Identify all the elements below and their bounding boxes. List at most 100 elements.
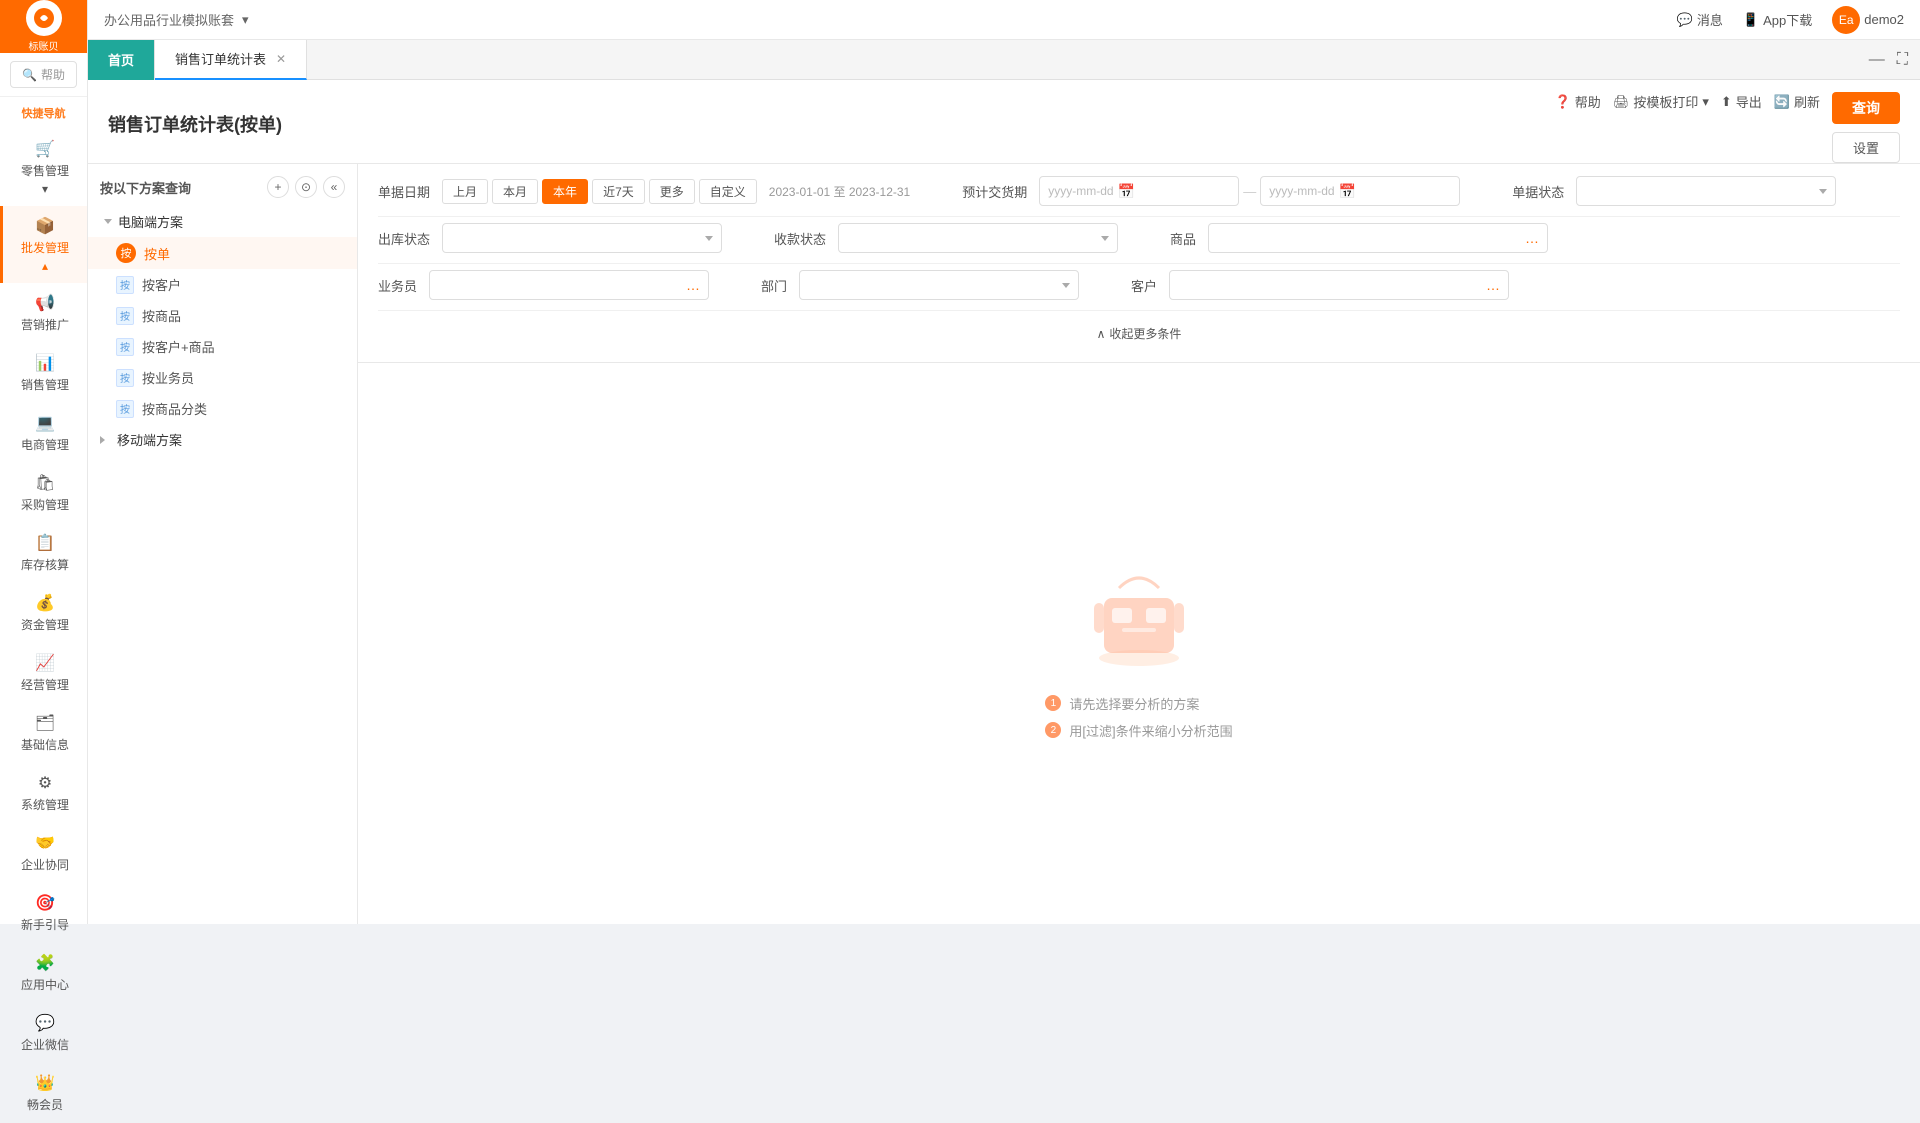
sidebar-item-operations[interactable]: 📈 经营管理	[0, 643, 87, 703]
mobile-schemes-expand-icon	[100, 436, 105, 444]
tab-sales-order-stats-label: 销售订单统计表	[175, 49, 266, 68]
tree-item-by-customer-goods[interactable]: 按 按客户+商品	[88, 331, 357, 362]
sidebar-item-inventory-label: 库存核算	[21, 556, 69, 573]
app-download-button[interactable]: 📱 App下载	[1743, 10, 1812, 29]
inventory-icon: 📋	[35, 533, 55, 553]
sidebar-item-newbie-label: 新手引导	[21, 916, 69, 933]
step-1-number: 1	[1045, 695, 1061, 711]
refresh-action[interactable]: 🔄 刷新	[1774, 92, 1820, 111]
main-area: 办公用品行业模拟账套 ▾ 💬 消息 📱 App下载 Ea demo2	[88, 0, 1920, 924]
customer-ellipsis-icon[interactable]: …	[1486, 277, 1500, 293]
sidebar-item-system[interactable]: ⚙ 系统管理	[0, 763, 87, 823]
date-btn-more[interactable]: 更多	[649, 179, 695, 204]
sidebar-search-area: 🔍 帮助	[0, 53, 87, 97]
tab-close-icon[interactable]: ✕	[276, 52, 286, 66]
tab-sales-order-stats[interactable]: 销售订单统计表 ✕	[155, 40, 307, 80]
tab-minimize-button[interactable]: —	[1865, 47, 1889, 73]
delivery-label: 预计交货期	[962, 182, 1027, 201]
topbar-title: 办公用品行业模拟账套	[104, 10, 234, 29]
page-header: 销售订单统计表(按单) ❓ 帮助 🖨 按模板打印 ▾ ⬆ 导出	[88, 80, 1920, 164]
page-header-actions: ❓ 帮助 🖨 按模板打印 ▾ ⬆ 导出 🔄 刷新	[1555, 92, 1820, 111]
tab-home[interactable]: 首页	[88, 40, 155, 80]
sidebar-item-wechat[interactable]: 💬 企业微信	[0, 1003, 87, 1063]
collect-status-label: 收款状态	[774, 229, 826, 248]
collapse-filter-button[interactable]: ∧ 收起更多条件	[378, 317, 1900, 350]
sidebar: 标账贝 🔍 帮助 快捷导航 🛒 零售管理 ▾ 📦 批发管理 ▴ 📢 营销推广 📊…	[0, 0, 88, 924]
left-panel-header: 按以下方案查询 + ⊙ «	[88, 176, 357, 206]
department-select[interactable]	[799, 270, 1079, 300]
search-menu-button[interactable]: 🔍 帮助	[10, 61, 77, 88]
by-category-icon: 按	[116, 400, 134, 418]
single-status-select[interactable]	[1576, 176, 1836, 206]
date-btn-last-month[interactable]: 上月	[442, 179, 488, 204]
refresh-icon: 🔄	[1774, 94, 1790, 110]
quick-nav-label[interactable]: 快捷导航	[0, 97, 87, 129]
sidebar-item-sales-label: 销售管理	[21, 376, 69, 393]
sidebar-item-newbie[interactable]: 🎯 新手引导	[0, 883, 87, 943]
delivery-end-calendar-icon[interactable]: 📅	[1339, 183, 1356, 200]
topbar-dropdown[interactable]: ▾	[242, 12, 249, 28]
department-label: 部门	[761, 276, 787, 295]
add-scheme-button[interactable]: +	[267, 176, 289, 198]
sidebar-item-appcenter[interactable]: 🧩 应用中心	[0, 943, 87, 1003]
sidebar-item-member[interactable]: 👑 畅会员	[0, 1063, 87, 1123]
step-2-text: 用[过滤]条件来缩小分析范围	[1069, 721, 1232, 740]
delivery-start-calendar-icon[interactable]: 📅	[1118, 183, 1135, 200]
sidebar-item-retail[interactable]: 🛒 零售管理 ▾	[0, 129, 87, 206]
out-status-select[interactable]	[442, 223, 722, 253]
export-action[interactable]: ⬆ 导出	[1721, 92, 1762, 111]
out-status-arrow	[705, 236, 713, 241]
by-goods-label: 按商品	[142, 306, 181, 325]
tab-maximize-button[interactable]: ⛶	[1893, 47, 1912, 73]
purchase-icon: 🛍	[35, 473, 55, 493]
date-btn-last-7days[interactable]: 近7天	[592, 179, 645, 204]
goods-ellipsis-icon[interactable]: …	[1525, 230, 1539, 246]
message-button[interactable]: 💬 消息	[1677, 10, 1723, 29]
sidebar-item-appcenter-label: 应用中心	[21, 976, 69, 993]
settings-scheme-button[interactable]: ⊙	[295, 176, 317, 198]
tree-pc-schemes[interactable]: 电脑端方案	[88, 206, 357, 237]
sidebar-item-basic-info[interactable]: 🗂 基础信息	[0, 703, 87, 763]
tree-item-by-salesperson[interactable]: 按 按业务员	[88, 362, 357, 393]
sidebar-item-sales[interactable]: 📊 销售管理	[0, 343, 87, 403]
by-category-label: 按商品分类	[142, 399, 207, 418]
settings-button[interactable]: 设置	[1832, 132, 1900, 163]
tree-item-by-order[interactable]: 按 按单	[88, 237, 357, 269]
collect-status-select[interactable]	[838, 223, 1118, 253]
delivery-start-input[interactable]: yyyy-mm-dd 📅	[1039, 176, 1239, 206]
basic-info-icon: 🗂	[35, 713, 55, 733]
sidebar-item-purchase-label: 采购管理	[21, 496, 69, 513]
empty-illustration	[1074, 548, 1204, 678]
collapse-arrow-icon: ∧	[1097, 327, 1106, 341]
sidebar-item-purchase[interactable]: 🛍 采购管理	[0, 463, 87, 523]
query-button[interactable]: 查询	[1832, 92, 1900, 124]
tree-item-by-customer[interactable]: 按 按客户	[88, 269, 357, 300]
sidebar-item-ecommerce[interactable]: 💻 电商管理	[0, 403, 87, 463]
salesperson-select[interactable]: …	[429, 270, 709, 300]
tree-item-by-category[interactable]: 按 按商品分类	[88, 393, 357, 424]
help-action[interactable]: ❓ 帮助	[1555, 92, 1601, 111]
sidebar-item-inventory[interactable]: 📋 库存核算	[0, 523, 87, 583]
goods-select[interactable]: …	[1208, 223, 1548, 253]
salesperson-ellipsis-icon[interactable]: …	[686, 277, 700, 293]
template-print-action[interactable]: 🖨 按模板打印 ▾	[1613, 92, 1709, 111]
customer-select[interactable]: …	[1169, 270, 1509, 300]
sidebar-item-finance[interactable]: 💰 资金管理	[0, 583, 87, 643]
topbar: 办公用品行业模拟账套 ▾ 💬 消息 📱 App下载 Ea demo2	[88, 0, 1920, 40]
delivery-end-input[interactable]: yyyy-mm-dd 📅	[1260, 176, 1460, 206]
tree-mobile-schemes[interactable]: 移动端方案	[88, 424, 357, 455]
date-btn-this-year[interactable]: 本年	[542, 179, 588, 204]
sidebar-item-enterprise[interactable]: 🤝 企业协同	[0, 823, 87, 883]
user-menu[interactable]: Ea demo2	[1832, 6, 1904, 34]
empty-step-1: 1 请先选择要分析的方案	[1045, 694, 1232, 713]
newbie-icon: 🎯	[35, 893, 55, 913]
collapse-panel-button[interactable]: «	[323, 176, 345, 198]
date-btn-this-month[interactable]: 本月	[492, 179, 538, 204]
sidebar-item-wholesale[interactable]: 📦 批发管理 ▴	[0, 206, 87, 283]
finance-icon: 💰	[35, 593, 55, 613]
filter-row-1: 单据日期 上月 本月 本年 近7天 更多 自定义 2023-01-01 至 20…	[378, 176, 1900, 206]
tree-item-by-goods[interactable]: 按 按商品	[88, 300, 357, 331]
date-btn-custom[interactable]: 自定义	[699, 179, 757, 204]
sidebar-item-marketing[interactable]: 📢 营销推广	[0, 283, 87, 343]
filter-divider-2	[378, 263, 1900, 264]
